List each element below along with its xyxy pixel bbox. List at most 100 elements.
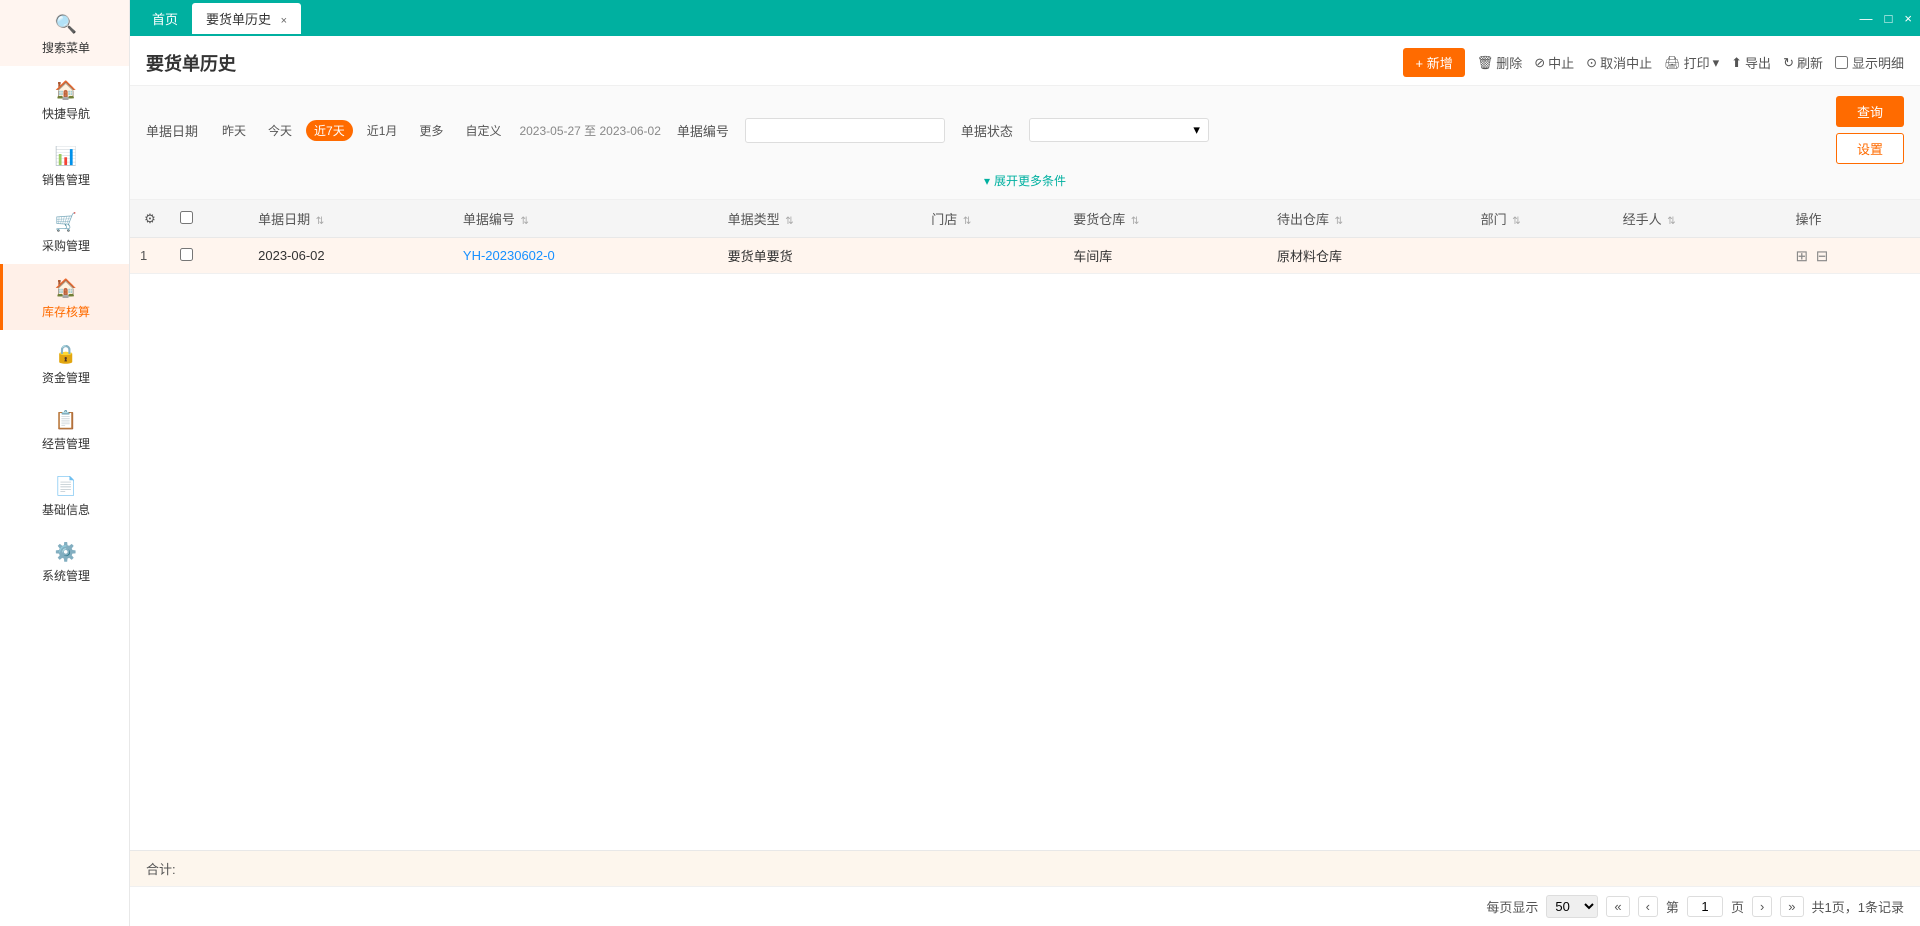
delete-icon: 🗑 — [1477, 55, 1494, 71]
date-filter-options: 昨天 今天 近7天 近1月 更多 自定义 2023-05-27 至 2023-0… — [214, 120, 661, 141]
lock-icon: 🔒 — [55, 344, 77, 365]
sidebar-item-label: 资金管理 — [42, 369, 90, 386]
doc-num-input[interactable] — [745, 118, 945, 143]
td-row-num: 1 — [130, 238, 170, 274]
sort-icon-type: ⇅ — [785, 216, 793, 227]
sidebar-item-quick-nav[interactable]: 🏠 快捷导航 — [0, 66, 129, 132]
tab-home[interactable]: 首页 — [138, 3, 192, 34]
date-last1month[interactable]: 近1月 — [359, 120, 406, 141]
sidebar-item-inventory[interactable]: 🏠 库存核算 — [0, 264, 129, 330]
page-title: 要货单历史 — [146, 50, 236, 76]
date-filter-label: 单据日期 — [146, 121, 198, 140]
sidebar-item-sales[interactable]: 📊 销售管理 — [0, 132, 129, 198]
search-icon: 🔍 — [55, 14, 77, 35]
delete-button[interactable]: 🗑 删除 — [1477, 53, 1523, 72]
sidebar-item-label: 基础信息 — [42, 501, 90, 518]
summary-label: 合计: — [146, 862, 176, 877]
page-suffix: 页 — [1731, 897, 1744, 916]
first-page-button[interactable]: « — [1606, 896, 1629, 917]
select-all-checkbox[interactable] — [180, 211, 193, 224]
td-doc-num: YH-20230602-0 — [453, 238, 718, 274]
data-table: ⚙ 单据日期 ⇅ 单据编号 ⇅ 单据类型 ⇅ 门店 ⇅ 要货仓库 ⇅ 待出仓库 … — [130, 200, 1920, 274]
doc-num-link[interactable]: YH-20230602-0 — [463, 248, 555, 263]
th-dept[interactable]: 部门 ⇅ — [1471, 200, 1613, 238]
filter-action-buttons: 查询 设置 — [1836, 96, 1904, 164]
doc-icon: 📄 — [55, 476, 77, 497]
th-doc-date[interactable]: 单据日期 ⇅ — [248, 200, 453, 238]
per-page-label: 每页显示 — [1486, 897, 1538, 916]
th-store[interactable]: 门店 ⇅ — [921, 200, 1063, 238]
date-custom[interactable]: 自定义 — [457, 120, 509, 141]
tab-bar: 首页 要货单历史 × — □ × — [130, 0, 1920, 36]
window-maximize-icon[interactable]: □ — [1885, 11, 1893, 26]
sidebar-item-label: 库存核算 — [42, 303, 90, 320]
th-doc-num[interactable]: 单据编号 ⇅ — [453, 200, 718, 238]
filter-settings-button[interactable]: 设置 — [1836, 133, 1904, 164]
content-area: 要货单历史 + 新增 🗑 删除 ⊘ 中止 ⊙ 取消中止 🖨 打印 — [130, 36, 1920, 926]
td-req-warehouse: 车间库 — [1063, 238, 1267, 274]
table-area: ⚙ 单据日期 ⇅ 单据编号 ⇅ 单据类型 ⇅ 门店 ⇅ 要货仓库 ⇅ 待出仓库 … — [130, 200, 1920, 850]
status-filter-label: 单据状态 — [961, 121, 1013, 140]
display-detail-input[interactable] — [1835, 56, 1848, 69]
th-operation: 操作 — [1786, 200, 1920, 238]
table-header: ⚙ 单据日期 ⇅ 单据编号 ⇅ 单据类型 ⇅ 门店 ⇅ 要货仓库 ⇅ 待出仓库 … — [130, 200, 1920, 238]
per-page-select[interactable]: 50 100 200 — [1546, 895, 1598, 918]
td-operation: ⊞ ⊟ — [1786, 238, 1920, 274]
print-button[interactable]: 🖨 打印 ▾ — [1664, 53, 1719, 72]
sort-icon-num: ⇅ — [521, 216, 529, 227]
td-dept — [1471, 238, 1613, 274]
tab-close-icon[interactable]: × — [281, 15, 287, 27]
date-more[interactable]: 更多 — [411, 120, 451, 141]
status-filter-select[interactable]: ▾ — [1029, 118, 1209, 142]
next-page-button[interactable]: › — [1752, 896, 1772, 917]
sidebar-item-basic-info[interactable]: 📄 基础信息 — [0, 462, 129, 528]
sidebar-item-search[interactable]: 🔍 搜索菜单 — [0, 0, 129, 66]
last-page-button[interactable]: » — [1780, 896, 1803, 917]
new-button[interactable]: + 新增 — [1403, 48, 1464, 77]
stop-icon: ⊘ — [1534, 55, 1545, 71]
refresh-button[interactable]: ↻ 刷新 — [1783, 53, 1823, 72]
row-checkbox[interactable] — [180, 248, 193, 261]
doc-num-filter-label: 单据编号 — [677, 121, 729, 140]
sidebar-item-label: 快捷导航 — [42, 105, 90, 122]
sort-icon-req-wh: ⇅ — [1131, 216, 1139, 227]
sidebar-item-purchase[interactable]: 🛒 采购管理 — [0, 198, 129, 264]
th-settings[interactable]: ⚙ — [130, 200, 170, 238]
query-button[interactable]: 查询 — [1836, 96, 1904, 127]
display-detail-checkbox[interactable]: 显示明细 — [1835, 53, 1904, 72]
date-today[interactable]: 今天 — [260, 120, 300, 141]
td-doc-date: 2023-06-02 — [248, 238, 453, 274]
cancel-stop-icon: ⊙ — [1586, 55, 1597, 71]
export-button[interactable]: ⬆ 导出 — [1731, 53, 1771, 72]
clipboard-icon: 📋 — [55, 410, 77, 431]
th-doc-type[interactable]: 单据类型 ⇅ — [718, 200, 922, 238]
page-number-input[interactable] — [1687, 896, 1723, 917]
th-handler[interactable]: 经手人 ⇅ — [1613, 200, 1786, 238]
print-icon: 🖨 — [1664, 55, 1681, 71]
inventory-icon: 🏠 — [55, 278, 77, 299]
row-delete-icon[interactable]: ⊟ — [1816, 248, 1829, 265]
sort-icon-pending-wh: ⇅ — [1335, 216, 1343, 227]
tab-active[interactable]: 要货单历史 × — [192, 3, 301, 34]
tab-bar-right-controls: — □ × — [1860, 11, 1912, 26]
cancel-stop-button[interactable]: ⊙ 取消中止 — [1586, 53, 1652, 72]
sidebar-item-label: 搜索菜单 — [42, 39, 90, 56]
th-pending-warehouse[interactable]: 待出仓库 ⇅ — [1267, 200, 1471, 238]
row-edit-icon[interactable]: ⊞ — [1796, 248, 1809, 265]
sort-icon-store: ⇅ — [963, 216, 971, 227]
expand-more-icon: ▾ — [984, 174, 990, 188]
sort-icon-dept: ⇅ — [1512, 216, 1520, 227]
sidebar-item-system[interactable]: ⚙️ 系统管理 — [0, 528, 129, 594]
date-last7days[interactable]: 近7天 — [306, 120, 353, 141]
page-label: 第 — [1666, 897, 1679, 916]
window-minimize-icon[interactable]: — — [1860, 11, 1873, 26]
chart-icon: 📊 — [55, 146, 77, 167]
window-close-icon[interactable]: × — [1904, 11, 1912, 26]
th-req-warehouse[interactable]: 要货仓库 ⇅ — [1063, 200, 1267, 238]
sidebar-item-operations[interactable]: 📋 经营管理 — [0, 396, 129, 462]
date-yesterday[interactable]: 昨天 — [214, 120, 254, 141]
prev-page-button[interactable]: ‹ — [1638, 896, 1658, 917]
expand-more-button[interactable]: ▾ 展开更多条件 — [146, 172, 1904, 189]
stop-button[interactable]: ⊘ 中止 — [1534, 53, 1574, 72]
sidebar-item-finance[interactable]: 🔒 资金管理 — [0, 330, 129, 396]
